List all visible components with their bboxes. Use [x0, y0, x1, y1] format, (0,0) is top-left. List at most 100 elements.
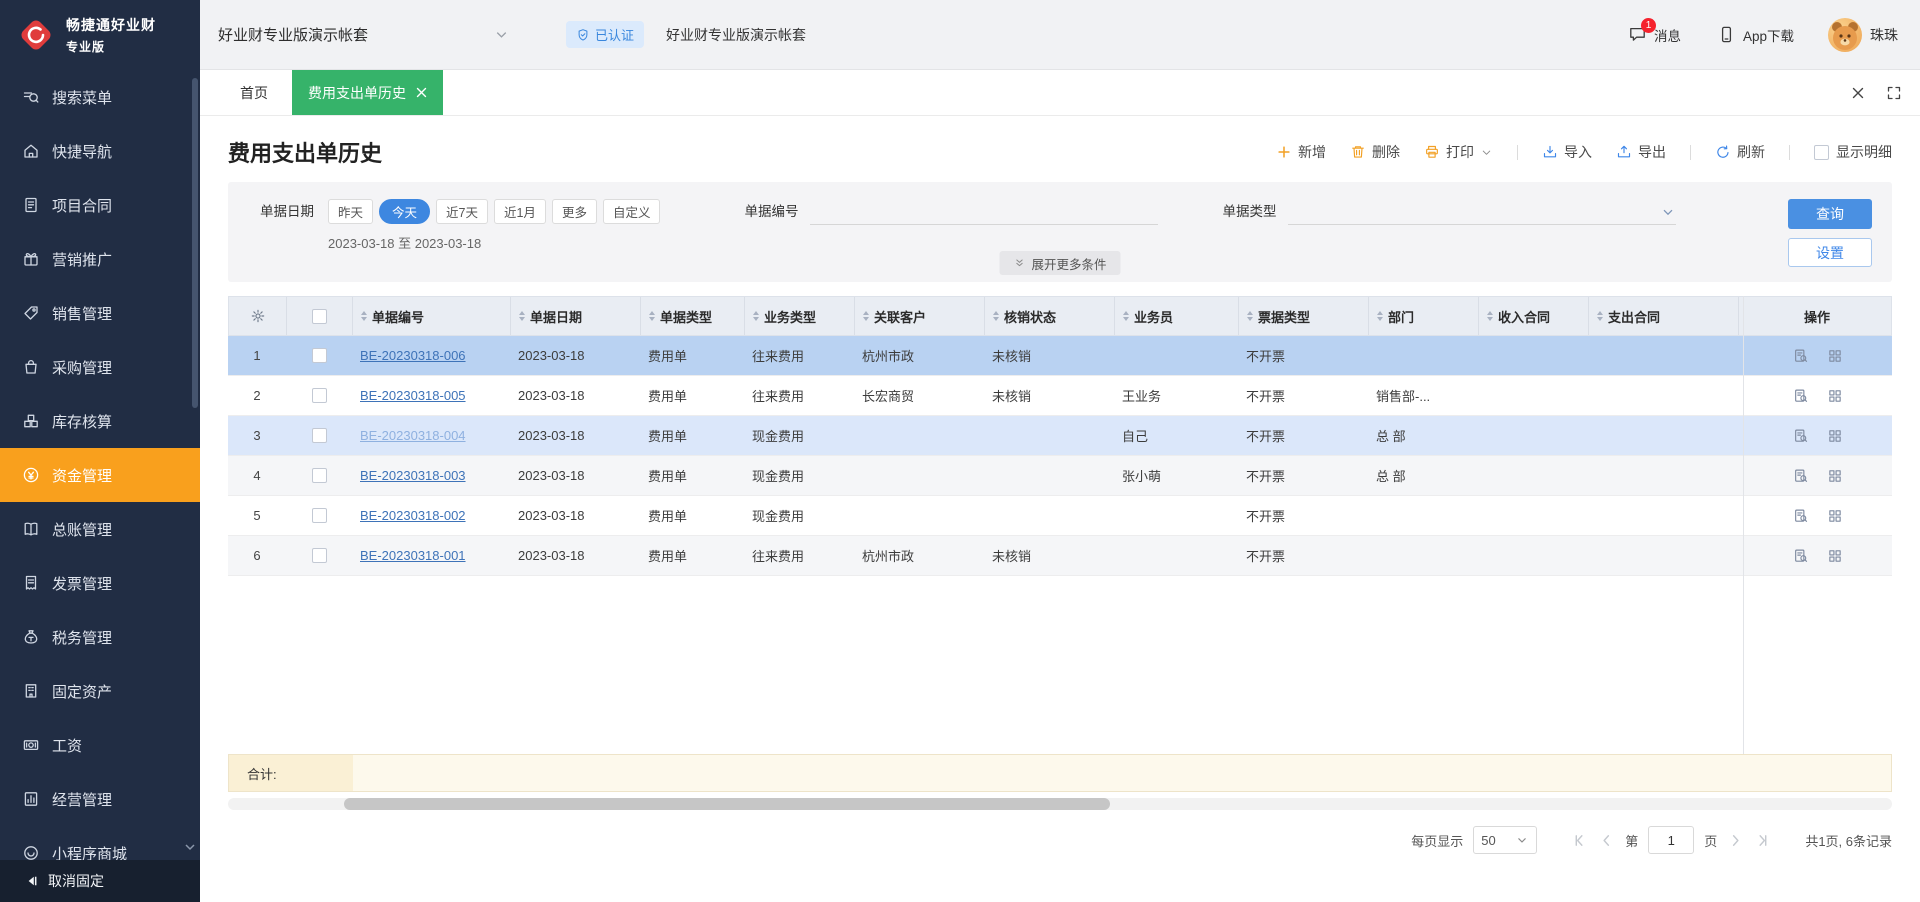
row-checkbox[interactable] [311, 428, 327, 443]
select-all-checkbox[interactable] [312, 308, 327, 324]
expand-filters-button[interactable]: 展开更多条件 [999, 251, 1121, 275]
row-checkbox[interactable] [311, 508, 327, 523]
view-detail-icon[interactable] [1793, 468, 1809, 484]
table-row[interactable]: 1 BE-20230318-006 2023-03-18 费用单 往来费用 杭州市政 未核销… [228, 336, 1892, 376]
more-actions-grid-icon[interactable] [1827, 428, 1843, 444]
sidebar-item-marketing[interactable]: 营销推广 [0, 232, 200, 286]
table-row[interactable]: 2 BE-20230318-005 2023-03-18 费用单 往来费用 长宏商贸 未核销… [228, 376, 1892, 416]
date-range-value[interactable]: 2023-03-18 至 2023-03-18 [328, 233, 660, 252]
doc-no-link[interactable]: BE-20230318-003 [360, 468, 466, 483]
column-header-5[interactable]: 核销状态 [985, 297, 1115, 335]
date-option-5[interactable]: 自定义 [602, 199, 661, 224]
show-detail-checkbox[interactable] [1814, 144, 1829, 160]
row-checkbox[interactable] [311, 388, 327, 403]
toolbar-add-button[interactable]: 新增 [1276, 142, 1326, 162]
doc-no-input[interactable] [810, 199, 1159, 225]
last-page-icon[interactable] [1754, 832, 1771, 849]
tab-home[interactable]: 首页 [216, 70, 292, 115]
next-page-icon[interactable] [1727, 832, 1744, 849]
column-header-0[interactable]: 单据编号 [353, 297, 511, 335]
sidebar-item-contract[interactable]: 项目合同 [0, 178, 200, 232]
column-header-7[interactable]: 票据类型 [1239, 297, 1369, 335]
column-header-6[interactable]: 业务员 [1115, 297, 1239, 335]
view-detail-icon[interactable] [1793, 388, 1809, 404]
horizontal-scrollbar-thumb[interactable] [344, 798, 1110, 810]
sidebar-item-miniapp[interactable]: 小程序商城 [0, 826, 200, 860]
user-menu[interactable]: 珠珠 [1828, 17, 1898, 52]
sort-icon[interactable] [993, 311, 999, 321]
sort-icon[interactable] [1123, 311, 1129, 321]
page-input[interactable] [1648, 826, 1695, 854]
doc-no-link[interactable]: BE-20230318-002 [360, 508, 466, 523]
more-actions-grid-icon[interactable] [1827, 508, 1843, 524]
row-checkbox[interactable] [311, 468, 327, 483]
table-row[interactable]: 6 BE-20230318-001 2023-03-18 费用单 往来费用 杭州市政 未核销… [228, 536, 1892, 576]
toolbar-import-button[interactable]: 导入 [1542, 142, 1592, 162]
more-actions-grid-icon[interactable] [1827, 348, 1843, 364]
scroll-down-icon[interactable] [183, 840, 197, 854]
app-download-button[interactable]: App下载 [1717, 25, 1794, 45]
messages-button[interactable]: 1 消息 [1628, 18, 1681, 45]
sort-icon[interactable] [753, 311, 759, 321]
sidebar-item-tax[interactable]: 税务管理 [0, 610, 200, 664]
more-actions-grid-icon[interactable] [1827, 468, 1843, 484]
settings-button[interactable]: 设置 [1788, 238, 1872, 267]
query-button[interactable]: 查询 [1788, 199, 1872, 229]
fullscreen-icon[interactable] [1886, 85, 1902, 101]
sort-icon[interactable] [649, 311, 655, 321]
sidebar-item-invoice[interactable]: 发票管理 [0, 556, 200, 610]
tab-active[interactable]: 费用支出单历史 [292, 70, 443, 115]
unpin-sidebar-button[interactable]: 取消固定 [0, 860, 200, 902]
view-detail-icon[interactable] [1793, 428, 1809, 444]
sidebar-item-quicknav[interactable]: 快捷导航 [0, 124, 200, 178]
row-checkbox[interactable] [311, 348, 327, 363]
date-option-3[interactable]: 近1月 [493, 199, 546, 224]
table-row[interactable]: 4 BE-20230318-003 2023-03-18 费用单 现金费用 张小萌 不开票 总… [228, 456, 1892, 496]
column-header-10[interactable]: 支出合同 [1589, 297, 1739, 335]
sidebar-item-assets[interactable]: 固定资产 [0, 664, 200, 718]
row-checkbox[interactable] [311, 548, 327, 563]
column-header-3[interactable]: 业务类型 [745, 297, 855, 335]
date-option-4[interactable]: 更多 [551, 199, 597, 224]
sidebar-item-search[interactable]: 搜索菜单 [0, 70, 200, 124]
doc-no-link[interactable]: BE-20230318-006 [360, 348, 466, 363]
doc-no-link[interactable]: BE-20230318-001 [360, 548, 466, 563]
toolbar-refresh-button[interactable]: 刷新 [1715, 142, 1765, 162]
table-row[interactable]: 3 BE-20230318-004 2023-03-18 费用单 现金费用 自己 不开票 总 … [228, 416, 1892, 456]
sidebar-scrollbar[interactable] [192, 78, 198, 408]
toolbar-export-button[interactable]: 导出 [1616, 142, 1666, 162]
close-tab-icon[interactable] [416, 87, 427, 98]
column-header-1[interactable]: 单据日期 [511, 297, 641, 335]
column-header-9[interactable]: 收入合同 [1479, 297, 1589, 335]
column-header-4[interactable]: 关联客户 [855, 297, 985, 335]
sidebar-item-ledger[interactable]: 总账管理 [0, 502, 200, 556]
show-detail-toggle[interactable]: 显示明细 [1814, 142, 1892, 162]
account-dropdown[interactable]: 好业财专业版演示帐套 [218, 24, 510, 45]
sidebar-item-salary[interactable]: 工资 [0, 718, 200, 772]
column-settings-button[interactable] [229, 297, 287, 335]
sort-icon[interactable] [519, 311, 525, 321]
sidebar-item-funds[interactable]: 资金管理 [0, 448, 200, 502]
sort-icon[interactable] [1597, 311, 1603, 321]
toolbar-delete-button[interactable]: 删除 [1350, 142, 1400, 162]
sidebar-item-sales[interactable]: 销售管理 [0, 286, 200, 340]
sort-icon[interactable] [863, 311, 869, 321]
sidebar-item-business[interactable]: 经营管理 [0, 772, 200, 826]
more-actions-grid-icon[interactable] [1827, 548, 1843, 564]
sidebar-item-inventory[interactable]: 库存核算 [0, 394, 200, 448]
date-option-0[interactable]: 昨天 [328, 199, 374, 224]
sort-icon[interactable] [1487, 311, 1493, 321]
sort-icon[interactable] [1247, 311, 1253, 321]
toolbar-print-button[interactable]: 打印 [1424, 142, 1493, 162]
close-icon[interactable] [1850, 85, 1866, 101]
column-header-2[interactable]: 单据类型 [641, 297, 745, 335]
table-row[interactable]: 5 BE-20230318-002 2023-03-18 费用单 现金费用 不开票 [228, 496, 1892, 536]
doc-no-link[interactable]: BE-20230318-004 [360, 428, 466, 443]
sort-icon[interactable] [1377, 311, 1383, 321]
doc-no-link[interactable]: BE-20230318-005 [360, 388, 466, 403]
column-header-8[interactable]: 部门 [1369, 297, 1479, 335]
horizontal-scrollbar[interactable] [228, 798, 1892, 810]
sort-icon[interactable] [361, 311, 367, 321]
first-page-icon[interactable] [1571, 832, 1588, 849]
prev-page-icon[interactable] [1598, 832, 1615, 849]
